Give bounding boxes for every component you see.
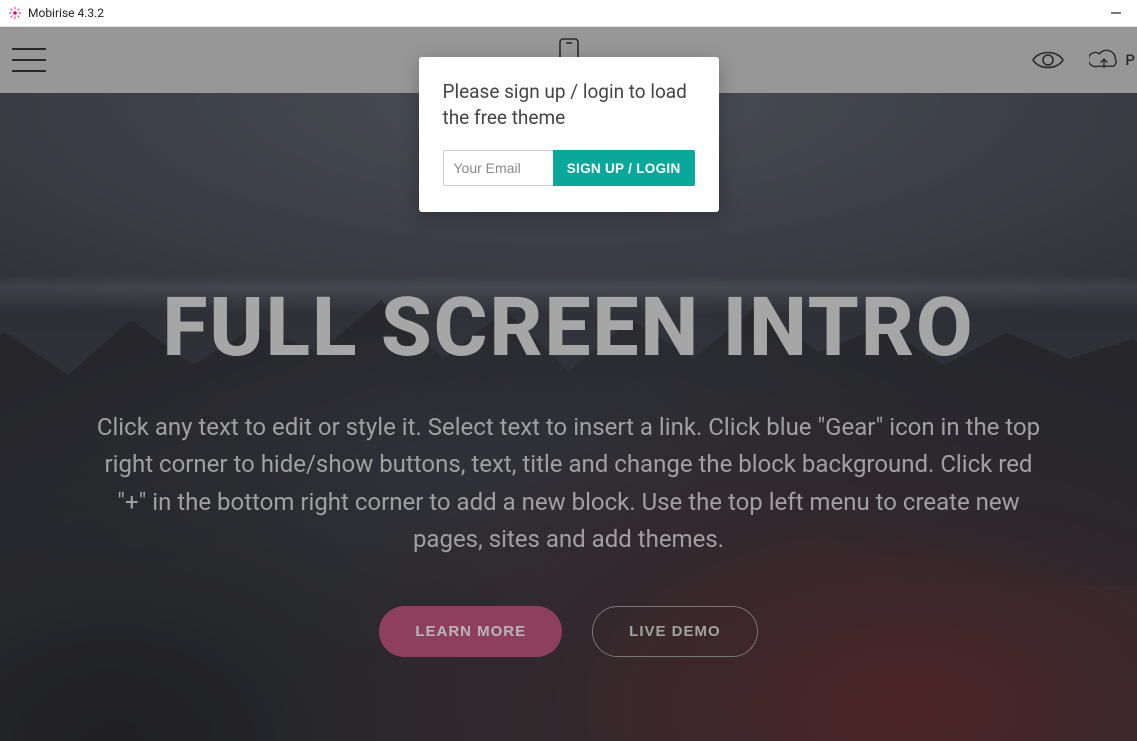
signup-login-button[interactable]: SIGN UP / LOGIN	[553, 150, 695, 186]
email-input[interactable]	[443, 150, 553, 186]
signup-modal: Please sign up / login to load the free …	[419, 57, 719, 212]
window-titlebar: Mobirise 4.3.2	[0, 0, 1137, 27]
window-minimize-button[interactable]	[1101, 3, 1131, 23]
app-logo-icon	[8, 6, 22, 20]
window-title: Mobirise 4.3.2	[28, 6, 104, 20]
app-viewport: P FULL SCREEN INTRO Click any text to ed…	[0, 27, 1137, 741]
signup-modal-message: Please sign up / login to load the free …	[443, 79, 695, 130]
